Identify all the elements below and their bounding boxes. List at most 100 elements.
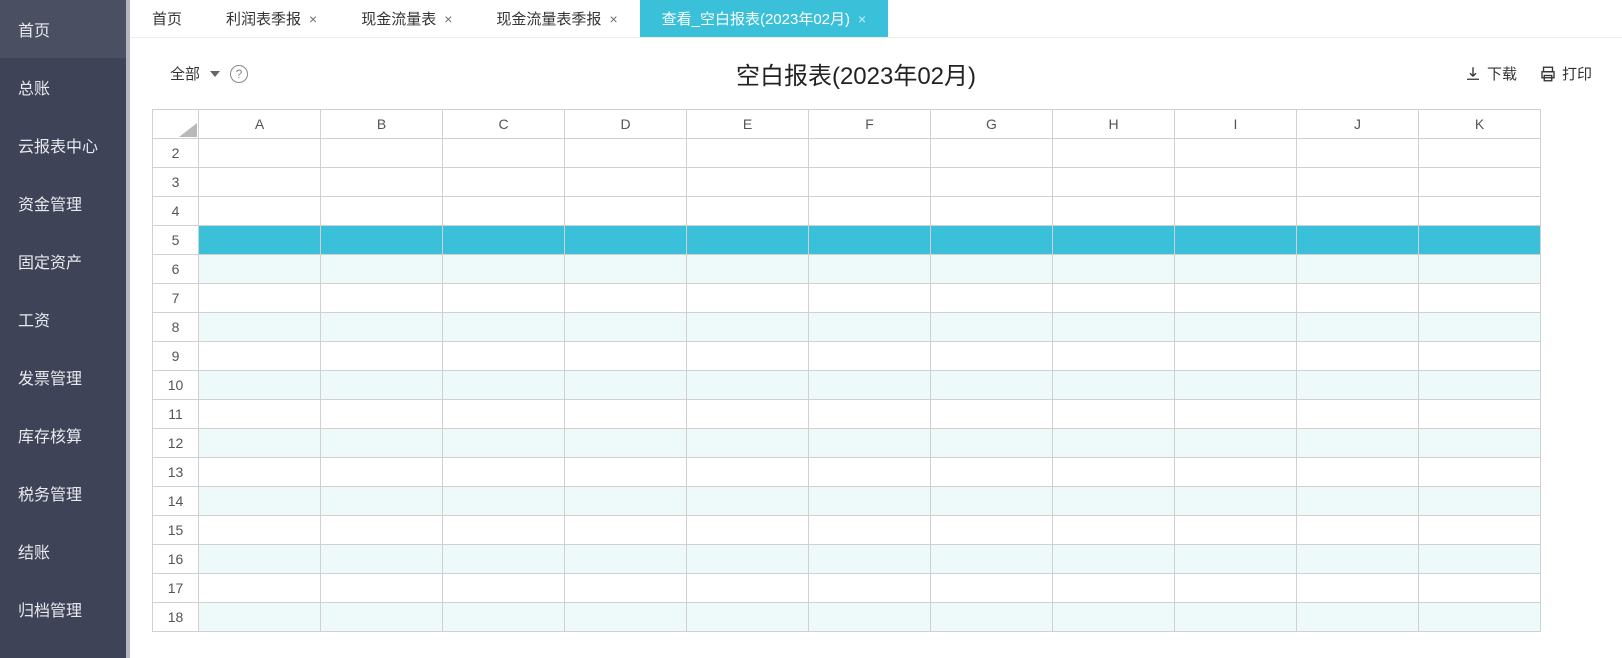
cell-B14[interactable]: [321, 487, 443, 516]
cell-J12[interactable]: [1297, 429, 1419, 458]
close-icon[interactable]: ×: [309, 11, 317, 27]
cell-B13[interactable]: [321, 458, 443, 487]
cell-K9[interactable]: [1419, 342, 1541, 371]
cell-B9[interactable]: [321, 342, 443, 371]
cell-B3[interactable]: [321, 168, 443, 197]
sidebar-item-4[interactable]: 固定资产: [0, 232, 126, 290]
cell-A2[interactable]: [199, 139, 321, 168]
cell-C3[interactable]: [443, 168, 565, 197]
cell-I9[interactable]: [1175, 342, 1297, 371]
cell-B6[interactable]: [321, 255, 443, 284]
row-header-12[interactable]: 12: [153, 429, 199, 458]
cell-D15[interactable]: [565, 516, 687, 545]
cell-A9[interactable]: [199, 342, 321, 371]
cell-F10[interactable]: [809, 371, 931, 400]
cell-A8[interactable]: [199, 313, 321, 342]
cell-J13[interactable]: [1297, 458, 1419, 487]
cell-F9[interactable]: [809, 342, 931, 371]
cell-H18[interactable]: [1053, 603, 1175, 632]
cell-F6[interactable]: [809, 255, 931, 284]
cell-K2[interactable]: [1419, 139, 1541, 168]
cell-E18[interactable]: [687, 603, 809, 632]
cell-C14[interactable]: [443, 487, 565, 516]
cell-B10[interactable]: [321, 371, 443, 400]
cell-H3[interactable]: [1053, 168, 1175, 197]
tab-4[interactable]: 查看_空白报表(2023年02月)×: [640, 0, 889, 37]
tab-3[interactable]: 现金流量表季报×: [474, 0, 639, 37]
cell-A17[interactable]: [199, 574, 321, 603]
cell-F2[interactable]: [809, 139, 931, 168]
cell-D3[interactable]: [565, 168, 687, 197]
row-header-16[interactable]: 16: [153, 545, 199, 574]
row-header-6[interactable]: 6: [153, 255, 199, 284]
cell-A4[interactable]: [199, 197, 321, 226]
cell-I3[interactable]: [1175, 168, 1297, 197]
cell-I11[interactable]: [1175, 400, 1297, 429]
tab-2[interactable]: 现金流量表×: [339, 0, 474, 37]
cell-J18[interactable]: [1297, 603, 1419, 632]
cell-J10[interactable]: [1297, 371, 1419, 400]
column-header-G[interactable]: G: [931, 110, 1053, 139]
cell-F13[interactable]: [809, 458, 931, 487]
cell-K12[interactable]: [1419, 429, 1541, 458]
cell-K8[interactable]: [1419, 313, 1541, 342]
cell-H13[interactable]: [1053, 458, 1175, 487]
cell-J8[interactable]: [1297, 313, 1419, 342]
cell-F3[interactable]: [809, 168, 931, 197]
cell-I16[interactable]: [1175, 545, 1297, 574]
cell-K18[interactable]: [1419, 603, 1541, 632]
cell-J15[interactable]: [1297, 516, 1419, 545]
cell-A13[interactable]: [199, 458, 321, 487]
cell-C8[interactable]: [443, 313, 565, 342]
cell-D16[interactable]: [565, 545, 687, 574]
cell-K6[interactable]: [1419, 255, 1541, 284]
cell-F8[interactable]: [809, 313, 931, 342]
cell-H15[interactable]: [1053, 516, 1175, 545]
cell-E11[interactable]: [687, 400, 809, 429]
cell-I15[interactable]: [1175, 516, 1297, 545]
row-header-4[interactable]: 4: [153, 197, 199, 226]
sidebar-item-1[interactable]: 总账: [0, 58, 126, 116]
spreadsheet[interactable]: ABCDEFGHIJK23456789101112131415161718: [130, 109, 1622, 658]
cell-G18[interactable]: [931, 603, 1053, 632]
cell-G9[interactable]: [931, 342, 1053, 371]
cell-C5[interactable]: [443, 226, 565, 255]
cell-C13[interactable]: [443, 458, 565, 487]
cell-K4[interactable]: [1419, 197, 1541, 226]
select-all-corner[interactable]: [153, 110, 199, 139]
cell-B4[interactable]: [321, 197, 443, 226]
cell-E2[interactable]: [687, 139, 809, 168]
cell-F15[interactable]: [809, 516, 931, 545]
cell-C18[interactable]: [443, 603, 565, 632]
cell-B7[interactable]: [321, 284, 443, 313]
cell-F5[interactable]: [809, 226, 931, 255]
cell-E7[interactable]: [687, 284, 809, 313]
cell-K14[interactable]: [1419, 487, 1541, 516]
filter-dropdown[interactable]: 全部 ?: [170, 63, 248, 84]
cell-G5[interactable]: [931, 226, 1053, 255]
cell-J4[interactable]: [1297, 197, 1419, 226]
cell-B17[interactable]: [321, 574, 443, 603]
cell-I18[interactable]: [1175, 603, 1297, 632]
help-icon[interactable]: ?: [230, 65, 248, 83]
cell-I12[interactable]: [1175, 429, 1297, 458]
cell-A16[interactable]: [199, 545, 321, 574]
cell-H16[interactable]: [1053, 545, 1175, 574]
sidebar-item-0[interactable]: 首页: [0, 0, 126, 58]
cell-E16[interactable]: [687, 545, 809, 574]
cell-A10[interactable]: [199, 371, 321, 400]
cell-A7[interactable]: [199, 284, 321, 313]
cell-G15[interactable]: [931, 516, 1053, 545]
cell-K15[interactable]: [1419, 516, 1541, 545]
column-header-B[interactable]: B: [321, 110, 443, 139]
cell-D5[interactable]: [565, 226, 687, 255]
cell-H9[interactable]: [1053, 342, 1175, 371]
cell-D4[interactable]: [565, 197, 687, 226]
cell-E6[interactable]: [687, 255, 809, 284]
sidebar-item-10[interactable]: 归档管理: [0, 580, 126, 638]
cell-G16[interactable]: [931, 545, 1053, 574]
column-header-J[interactable]: J: [1297, 110, 1419, 139]
cell-E12[interactable]: [687, 429, 809, 458]
cell-B12[interactable]: [321, 429, 443, 458]
cell-A11[interactable]: [199, 400, 321, 429]
